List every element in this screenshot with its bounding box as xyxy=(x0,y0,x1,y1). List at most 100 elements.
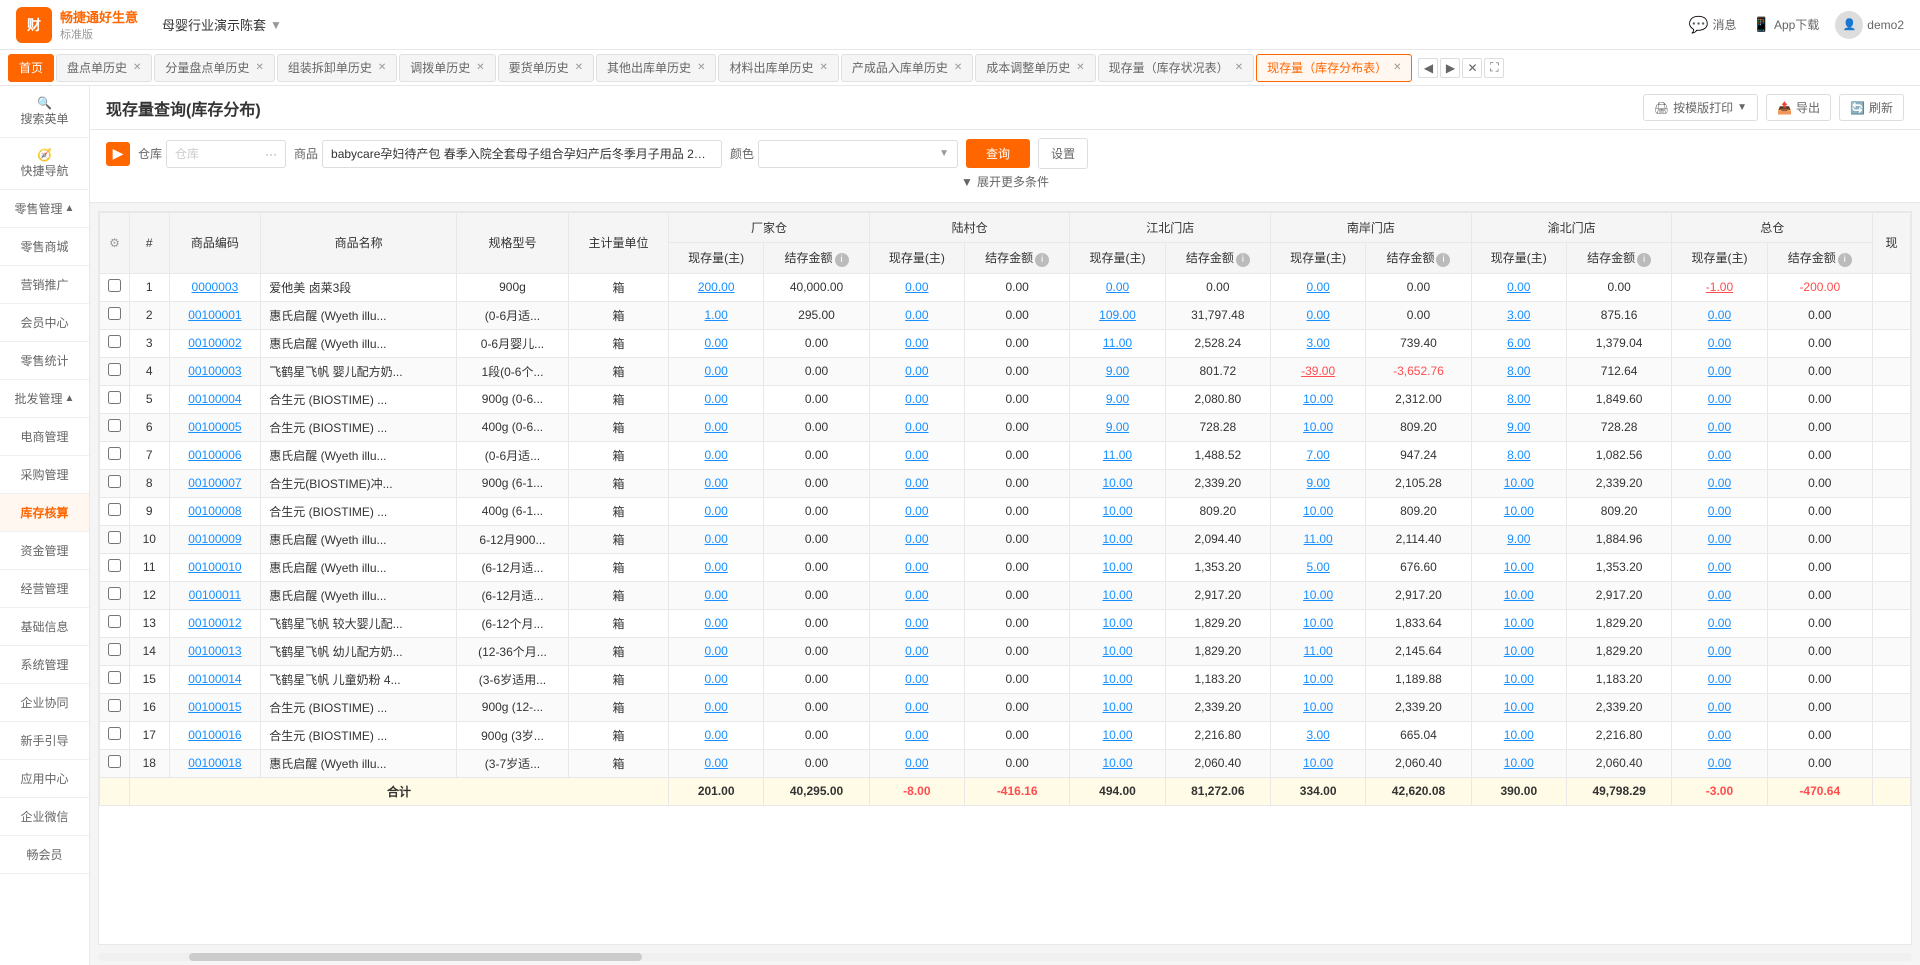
row-checkbox[interactable] xyxy=(100,581,130,609)
row-checkbox[interactable] xyxy=(100,329,130,357)
row-factory-amt: 40,000.00 xyxy=(764,273,870,301)
row-checkbox[interactable] xyxy=(100,357,130,385)
sidebar-item-retail-mall[interactable]: 零售商城 xyxy=(0,228,89,266)
row-checkbox[interactable] xyxy=(100,301,130,329)
tab-8-close[interactable]: ✕ xyxy=(954,62,962,73)
app-download-btn[interactable]: 📱 App下载 xyxy=(1753,16,1820,33)
row-checkbox[interactable] xyxy=(100,413,130,441)
nav-prev[interactable]: ◀ xyxy=(1418,58,1438,78)
sidebar-item-wechat[interactable]: 企业微信 xyxy=(0,798,89,836)
tenant-dropdown-icon[interactable]: ▼ xyxy=(270,18,282,32)
row-yb-amt: 1,829.20 xyxy=(1566,637,1672,665)
tab-6-close[interactable]: ✕ xyxy=(697,62,705,73)
tab-4-close[interactable]: ✕ xyxy=(476,62,484,73)
row-checkbox[interactable] xyxy=(100,721,130,749)
row-checkbox[interactable] xyxy=(100,441,130,469)
sidebar-item-retail-mgmt[interactable]: 零售管理 ▲ xyxy=(0,190,89,228)
row-checkbox[interactable] xyxy=(100,693,130,721)
tab-10[interactable]: 现存量（库存状况表） ✕ xyxy=(1098,54,1254,82)
refresh-btn[interactable]: 🔄 刷新 xyxy=(1839,94,1904,121)
horizontal-scrollbar[interactable] xyxy=(98,953,1912,961)
warehouse-input[interactable]: 仓库 ··· xyxy=(166,140,286,168)
row-checkbox[interactable] xyxy=(100,385,130,413)
filter-toggle-btn[interactable]: ▶ xyxy=(106,142,130,166)
row-na-qty: 10.00 xyxy=(1271,581,1366,609)
sidebar-item-purchase[interactable]: 采购管理 xyxy=(0,456,89,494)
nav-expand[interactable]: ⛶ xyxy=(1484,58,1504,78)
row-yb-qty: 10.00 xyxy=(1471,721,1566,749)
tab-8[interactable]: 产成品入库单历史 ✕ xyxy=(841,54,973,82)
row-checkbox[interactable] xyxy=(100,273,130,301)
row-checkbox[interactable] xyxy=(100,469,130,497)
export-btn[interactable]: 📤 导出 xyxy=(1766,94,1831,121)
expand-more-btn[interactable]: ▼ 展开更多条件 xyxy=(106,169,1904,194)
yb-amt-info[interactable]: i xyxy=(1637,253,1651,267)
tab-11[interactable]: 现存量（库存分布表） ✕ xyxy=(1256,54,1412,82)
row-checkbox[interactable] xyxy=(100,525,130,553)
tab-3[interactable]: 组装拆卸单历史 ✕ xyxy=(277,54,397,82)
sidebar-item-member[interactable]: 会员中心 xyxy=(0,304,89,342)
sidebar-item-system[interactable]: 系统管理 xyxy=(0,646,89,684)
total-amt-info[interactable]: i xyxy=(1838,253,1852,267)
sidebar-item-inventory[interactable]: 库存核算 xyxy=(0,494,89,532)
na-amt-info[interactable]: i xyxy=(1436,253,1450,267)
nav-next[interactable]: ▶ xyxy=(1440,58,1460,78)
tab-7-close[interactable]: ✕ xyxy=(819,62,827,73)
tab-10-close[interactable]: ✕ xyxy=(1235,62,1243,73)
sidebar-item-operations[interactable]: 经营管理 xyxy=(0,570,89,608)
tab-2-close[interactable]: ✕ xyxy=(255,62,263,73)
tab-7[interactable]: 材料出库单历史 ✕ xyxy=(718,54,838,82)
row-checkbox[interactable] xyxy=(100,553,130,581)
messages-btn[interactable]: 💬 消息 xyxy=(1689,15,1737,35)
tab-2[interactable]: 分量盘点单历史 ✕ xyxy=(154,54,274,82)
sidebar-search[interactable]: 🔍 搜索英单 xyxy=(0,86,89,138)
main-layout: 🔍 搜索英单 🧭 快捷导航 零售管理 ▲ 零售商城 营销推广 会员中心 零售统计… xyxy=(0,86,1920,965)
lc-amt-info[interactable]: i xyxy=(1035,253,1049,267)
sidebar-item-wholesale[interactable]: 批发管理 ▲ xyxy=(0,380,89,418)
tab-5-close[interactable]: ✕ xyxy=(575,62,583,73)
row-checkbox[interactable] xyxy=(100,665,130,693)
nav-close-all[interactable]: ✕ xyxy=(1462,58,1482,78)
tab-1[interactable]: 盘点单历史 ✕ xyxy=(56,54,152,82)
summary-na-qty: 334.00 xyxy=(1271,777,1366,805)
sidebar-item-vip[interactable]: 畅会员 xyxy=(0,836,89,874)
tab-3-close[interactable]: ✕ xyxy=(378,62,386,73)
sidebar-item-collab[interactable]: 企业协同 xyxy=(0,684,89,722)
sidebar-item-guide[interactable]: 新手引导 xyxy=(0,722,89,760)
na-amt-header: 结存金额i xyxy=(1366,243,1472,274)
row-unit: 箱 xyxy=(568,581,668,609)
user-area[interactable]: 👤 demo2 xyxy=(1835,11,1904,39)
sidebar-item-basic-info[interactable]: 基础信息 xyxy=(0,608,89,646)
row-checkbox[interactable] xyxy=(100,637,130,665)
row-yb-amt: 2,216.80 xyxy=(1566,721,1672,749)
tab-4[interactable]: 调拨单历史 ✕ xyxy=(399,54,495,82)
tab-6[interactable]: 其他出库单历史 ✕ xyxy=(596,54,716,82)
query-btn[interactable]: 查询 xyxy=(966,139,1030,168)
row-lc-amt: 0.00 xyxy=(964,553,1070,581)
row-na-amt: 2,105.28 xyxy=(1366,469,1472,497)
jb-amt-info[interactable]: i xyxy=(1236,253,1250,267)
color-input[interactable]: ▼ xyxy=(758,140,958,168)
row-checkbox[interactable] xyxy=(100,749,130,777)
tab-11-close[interactable]: ✕ xyxy=(1393,62,1401,73)
batch-print-btn[interactable]: 🖨 按模版打印 ▼ xyxy=(1643,94,1758,121)
tab-1-close[interactable]: ✕ xyxy=(133,62,141,73)
sidebar-item-ecommerce[interactable]: 电商管理 xyxy=(0,418,89,456)
tab-home[interactable]: 首页 xyxy=(8,54,54,82)
factory-amt-info[interactable]: i xyxy=(835,253,849,267)
sidebar-item-finance[interactable]: 资金管理 xyxy=(0,532,89,570)
sidebar-item-marketing[interactable]: 营销推广 xyxy=(0,266,89,304)
row-checkbox[interactable] xyxy=(100,497,130,525)
gear-icon[interactable]: ⚙ xyxy=(109,236,120,250)
sidebar-item-app-center[interactable]: 应用中心 xyxy=(0,760,89,798)
tab-9[interactable]: 成本调整单历史 ✕ xyxy=(975,54,1095,82)
tab-5[interactable]: 要货单历史 ✕ xyxy=(498,54,594,82)
product-input[interactable]: babycare孕妇待产包 春季入院全套母子组合孕妇产后冬季月子用品 22件套 … xyxy=(322,140,722,168)
sidebar-item-retail-stats[interactable]: 零售统计 xyxy=(0,342,89,380)
sidebar-quicknav[interactable]: 🧭 快捷导航 xyxy=(0,138,89,190)
table-container[interactable]: ⚙ # 商品编码 商品名称 规格型号 主计量单位 厂家仓 陆村仓 江北门店 南岸… xyxy=(98,211,1912,945)
setting-btn[interactable]: 设置 xyxy=(1038,138,1088,169)
tab-9-close[interactable]: ✕ xyxy=(1076,62,1084,73)
tenant-selector[interactable]: 母婴行业演示陈套 ▼ xyxy=(162,15,282,34)
row-checkbox[interactable] xyxy=(100,609,130,637)
